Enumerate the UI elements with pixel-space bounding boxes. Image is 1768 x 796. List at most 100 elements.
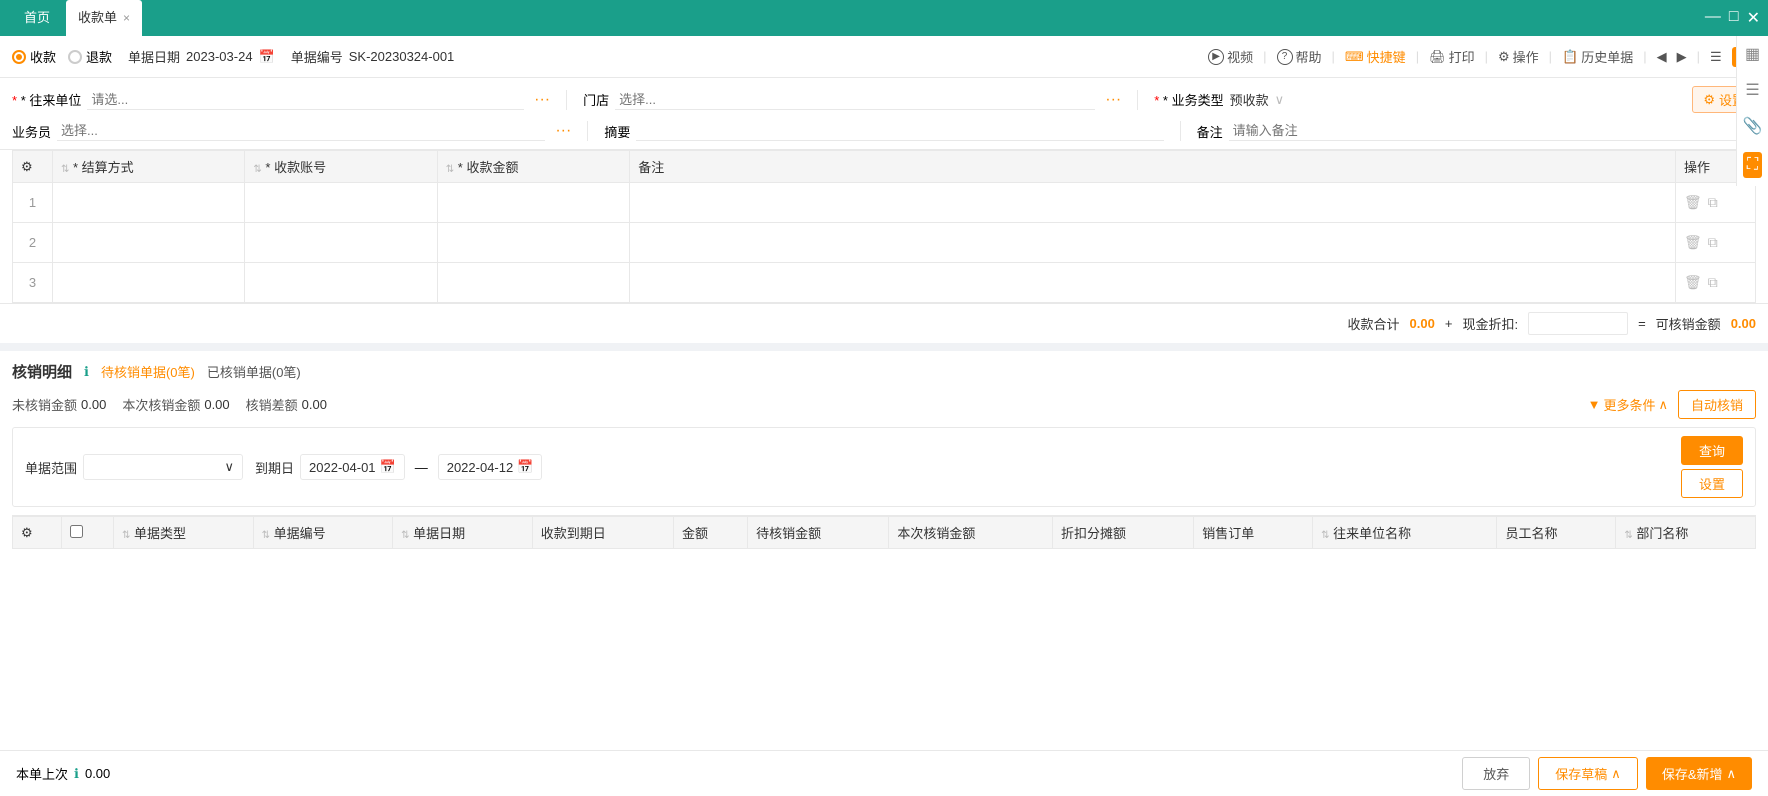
row-ops-3: 🗑 ⧉ bbox=[1676, 263, 1756, 303]
counterpart-field: * * 往来单位 ··· bbox=[12, 90, 550, 110]
radio-refund[interactable]: 退款 bbox=[68, 47, 112, 66]
next-btn[interactable]: ▶ bbox=[1677, 49, 1687, 65]
operate-btn[interactable]: ⚙ 操作 bbox=[1498, 47, 1539, 66]
select-all-checkbox[interactable] bbox=[70, 525, 83, 538]
video-icon: ▶ bbox=[1208, 49, 1224, 65]
save-draft-label: 保存草稿 bbox=[1555, 764, 1607, 783]
discount-input[interactable] bbox=[1528, 312, 1628, 335]
row-remark-1[interactable] bbox=[630, 183, 1676, 223]
tab-home[interactable]: 首页 bbox=[8, 0, 66, 36]
tab-pending[interactable]: 待核销单据(0笔) bbox=[101, 362, 195, 381]
biztype-arrow-icon[interactable]: ∨ bbox=[1275, 92, 1285, 108]
bt-col-settings[interactable]: ⚙ bbox=[13, 517, 62, 549]
video-btn[interactable]: ▶ 视频 bbox=[1208, 47, 1253, 66]
row-settle-1[interactable] bbox=[53, 183, 245, 223]
counterpart-more-icon[interactable]: ··· bbox=[534, 91, 550, 109]
counterpart-input[interactable] bbox=[87, 90, 524, 110]
row-settle-2[interactable] bbox=[53, 223, 245, 263]
sep7: | bbox=[1697, 49, 1700, 64]
sep5: | bbox=[1549, 49, 1552, 64]
staff-input[interactable] bbox=[57, 121, 545, 141]
calendar-icon[interactable]: 📅 bbox=[259, 49, 275, 65]
row-ops-1: 🗑 ⧉ bbox=[1676, 183, 1756, 223]
sidebar-list-icon[interactable]: ☰ bbox=[1745, 80, 1759, 100]
col-settings-header[interactable]: ⚙ bbox=[13, 151, 53, 183]
prev-btn[interactable]: ◀ bbox=[1657, 49, 1667, 65]
sep1: | bbox=[1263, 49, 1266, 64]
diff-amount: 核销差额 0.00 bbox=[246, 395, 327, 414]
row-account-3[interactable] bbox=[245, 263, 437, 303]
tab-bar-right: — □ ✕ bbox=[1705, 8, 1760, 28]
history-btn[interactable]: 📋 历史单据 bbox=[1562, 47, 1633, 66]
staff-more-icon[interactable]: ··· bbox=[555, 122, 571, 140]
bt-col-discount: 折扣分摊额 bbox=[1052, 517, 1193, 549]
delete-icon-1[interactable]: 🗑 bbox=[1684, 194, 1702, 211]
more-conditions-btn[interactable]: ▼ 更多条件 ∧ bbox=[1588, 395, 1668, 414]
filter-settings-button[interactable]: 设置 bbox=[1681, 469, 1743, 498]
hexiao-title: 核销明细 bbox=[12, 361, 72, 382]
total-label: 收款合计 bbox=[1348, 314, 1400, 333]
range-label: 单据范围 bbox=[25, 458, 77, 477]
copy-icon-2[interactable]: ⧉ bbox=[1708, 234, 1718, 251]
store-more-icon[interactable]: ··· bbox=[1105, 91, 1121, 109]
minimize-icon[interactable]: — bbox=[1705, 8, 1721, 28]
duedate-label: 到期日 bbox=[255, 458, 294, 477]
summary-field: 摘要 bbox=[604, 121, 1163, 141]
discard-button[interactable]: 放弃 bbox=[1462, 757, 1530, 790]
close-window-icon[interactable]: ✕ bbox=[1747, 8, 1760, 28]
delete-icon-3[interactable]: 🗑 bbox=[1684, 274, 1702, 291]
main-content: 收款 退款 单据日期 2023-03-24 📅 单据编号 SK-20230324… bbox=[0, 36, 1768, 796]
bt-col-checkbox[interactable] bbox=[62, 517, 114, 549]
list-btn[interactable]: ☰ bbox=[1710, 49, 1722, 65]
copy-icon-1[interactable]: ⧉ bbox=[1708, 194, 1718, 211]
duedate-filter: 到期日 2022-04-01 📅 — 2022-04-12 📅 bbox=[255, 454, 542, 480]
delete-icon-2[interactable]: 🗑 bbox=[1684, 234, 1702, 251]
date-from-value: 2022-04-01 bbox=[309, 460, 376, 475]
remark-input[interactable] bbox=[1229, 121, 1756, 141]
hexiao-summary: 未核销金额 0.00 本次核销金额 0.00 核销差额 0.00 ▼ 更多条件 … bbox=[12, 390, 1756, 419]
restore-icon[interactable]: □ bbox=[1729, 8, 1739, 28]
radio-receive[interactable]: 收款 bbox=[12, 47, 56, 66]
col-account-header: ⇅ * 收款账号 bbox=[245, 151, 437, 183]
table-row: 2 🗑 ⧉ bbox=[13, 223, 1756, 263]
tab-close-icon[interactable]: × bbox=[123, 0, 130, 36]
copy-icon-3[interactable]: ⧉ bbox=[1708, 274, 1718, 291]
bottom-left: 本单上次 ℹ 0.00 bbox=[16, 764, 110, 783]
row-account-1[interactable] bbox=[245, 183, 437, 223]
row-remark-2[interactable] bbox=[630, 223, 1676, 263]
row-remark-3[interactable] bbox=[630, 263, 1676, 303]
row-amount-2[interactable] bbox=[437, 223, 629, 263]
more-conditions-label: 更多条件 bbox=[1603, 395, 1655, 414]
shortcut-btn[interactable]: ⌨ 快捷键 bbox=[1345, 47, 1406, 66]
row-amount-1[interactable] bbox=[437, 183, 629, 223]
sidebar-table-icon[interactable]: ▦ bbox=[1745, 44, 1760, 64]
staff-label: 业务员 bbox=[12, 122, 51, 141]
tab-verified[interactable]: 已核销单据(0笔) bbox=[207, 362, 301, 381]
store-input[interactable] bbox=[615, 90, 1095, 110]
row-amount-3[interactable] bbox=[437, 263, 629, 303]
date-to[interactable]: 2022-04-12 📅 bbox=[438, 454, 543, 480]
date-from[interactable]: 2022-04-01 📅 bbox=[300, 454, 405, 480]
remark-field: 备注 bbox=[1197, 121, 1756, 141]
bt-col-current: 本次核销金额 bbox=[889, 517, 1053, 549]
range-select[interactable]: ∨ bbox=[83, 454, 243, 480]
sidebar-screenshot-icon[interactable]: ⛶ bbox=[1743, 152, 1762, 178]
auto-verify-btn[interactable]: 自动核销 bbox=[1678, 390, 1756, 419]
save-draft-button[interactable]: 保存草稿 ∧ bbox=[1538, 757, 1638, 790]
diff-label: 核销差额 bbox=[246, 395, 298, 414]
query-button[interactable]: 查询 bbox=[1681, 436, 1743, 465]
print-btn[interactable]: 🖨 打印 bbox=[1429, 47, 1475, 66]
sidebar-clip-icon[interactable]: 📎 bbox=[1743, 116, 1763, 136]
verify-label: 可核销金额 bbox=[1656, 314, 1721, 333]
calendar-from-icon: 📅 bbox=[380, 459, 396, 475]
tab-active[interactable]: 收款单 × bbox=[66, 0, 142, 36]
hexiao-header: 核销明细 ℹ 待核销单据(0笔) 已核销单据(0笔) bbox=[12, 361, 1756, 382]
save-new-button[interactable]: 保存&新增 ∧ bbox=[1646, 757, 1752, 790]
help-btn[interactable]: ? 帮助 bbox=[1277, 47, 1322, 66]
op-icons-3: 🗑 ⧉ bbox=[1684, 274, 1747, 291]
remark-label: 备注 bbox=[1197, 122, 1223, 141]
row-settle-3[interactable] bbox=[53, 263, 245, 303]
summary-input[interactable] bbox=[636, 121, 1163, 141]
date-value[interactable]: 2023-03-24 bbox=[186, 49, 253, 64]
row-account-2[interactable] bbox=[245, 223, 437, 263]
